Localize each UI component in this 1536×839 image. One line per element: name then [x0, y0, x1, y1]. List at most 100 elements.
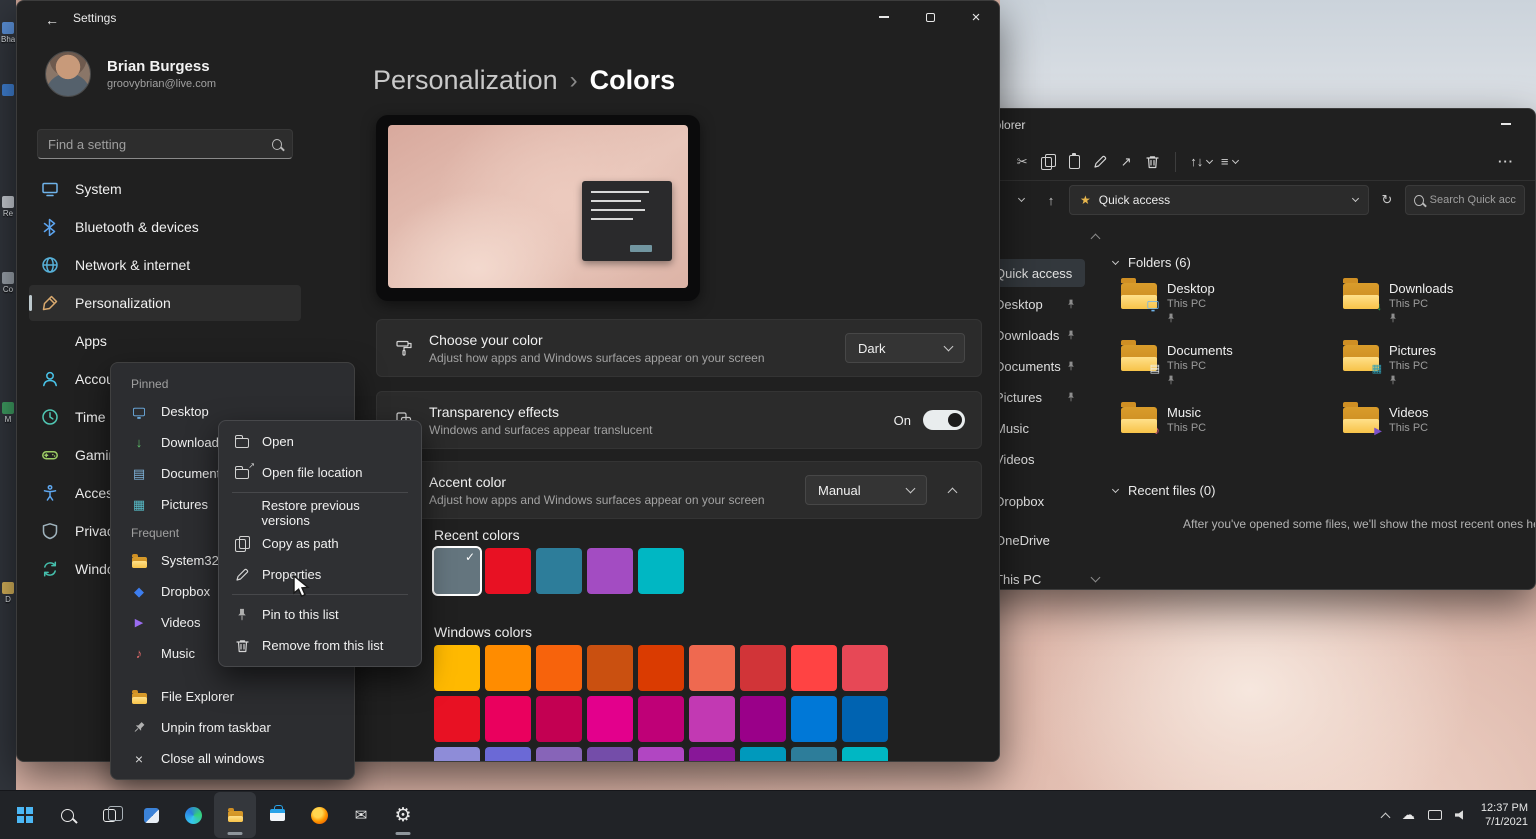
- color-swatch[interactable]: [740, 747, 786, 762]
- delete-button[interactable]: [1139, 155, 1165, 169]
- color-swatch[interactable]: [791, 645, 837, 691]
- desktop-icon[interactable]: Re: [1, 196, 15, 218]
- context-item-open-file-location[interactable]: ↗Open file location: [224, 457, 416, 488]
- recent-files-section-header[interactable]: Recent files (0): [1113, 483, 1215, 498]
- color-swatch[interactable]: [485, 548, 531, 594]
- display-tray-icon[interactable]: [1428, 810, 1442, 820]
- color-swatch[interactable]: [740, 696, 786, 742]
- sidebar-item-personalization[interactable]: Personalization: [29, 285, 301, 321]
- color-swatch[interactable]: [791, 747, 837, 762]
- accent-mode-dropdown[interactable]: Manual: [805, 475, 927, 505]
- scrollbar[interactable]: [1091, 231, 1101, 581]
- sidebar-item-network[interactable]: Network & internet: [29, 247, 301, 283]
- folder-tile-desktop[interactable]: DesktopThis PC: [1121, 277, 1343, 339]
- context-item-copy-as-path[interactable]: Copy as path: [224, 528, 416, 559]
- paste-button[interactable]: [1061, 155, 1087, 169]
- color-swatch-selected[interactable]: ✓: [434, 548, 480, 594]
- search-input[interactable]: [1430, 194, 1516, 206]
- color-swatch[interactable]: [638, 548, 684, 594]
- search-button[interactable]: [46, 792, 88, 838]
- desktop-icon[interactable]: Bha: [1, 22, 15, 44]
- color-swatch[interactable]: [842, 747, 888, 762]
- taskbar-settings[interactable]: ⚙: [382, 792, 424, 838]
- jumplist-item-unpin[interactable]: Unpin from taskbar: [117, 712, 348, 743]
- color-swatch[interactable]: [638, 645, 684, 691]
- color-swatch[interactable]: [434, 747, 480, 762]
- color-swatch[interactable]: [536, 696, 582, 742]
- maximize-button[interactable]: [907, 1, 953, 33]
- jumplist-item-file-explorer[interactable]: File Explorer: [117, 681, 348, 712]
- back-button[interactable]: ←: [39, 9, 65, 31]
- color-swatch[interactable]: [587, 548, 633, 594]
- context-item-properties[interactable]: Properties: [224, 559, 416, 590]
- desktop-icon[interactable]: Co: [1, 272, 15, 294]
- color-swatch[interactable]: [536, 747, 582, 762]
- refresh-button[interactable]: ↻: [1375, 192, 1399, 208]
- minimize-button[interactable]: [1491, 109, 1521, 139]
- taskbar-clock[interactable]: 12:37 PM 7/1/2021: [1481, 801, 1528, 830]
- taskbar-mail[interactable]: ✉: [340, 792, 382, 838]
- explorer-search[interactable]: [1405, 185, 1525, 215]
- address-bar[interactable]: ★ Quick access: [1069, 185, 1369, 215]
- desktop-icon[interactable]: M: [1, 402, 15, 424]
- rename-button[interactable]: [1087, 155, 1113, 169]
- taskbar-file-explorer[interactable]: [214, 792, 256, 838]
- color-swatch[interactable]: [587, 645, 633, 691]
- color-mode-dropdown[interactable]: Dark: [845, 333, 965, 363]
- close-button[interactable]: ×: [953, 1, 999, 33]
- onedrive-cloud-icon[interactable]: ☁: [1402, 807, 1415, 823]
- color-swatch[interactable]: [485, 696, 531, 742]
- scroll-up-icon[interactable]: [1091, 234, 1101, 244]
- taskbar-edge[interactable]: [172, 792, 214, 838]
- taskbar-firefox[interactable]: [298, 792, 340, 838]
- folder-tile-documents[interactable]: ▤ DocumentsThis PC: [1121, 339, 1343, 401]
- color-swatch[interactable]: [791, 696, 837, 742]
- color-swatch[interactable]: [434, 696, 480, 742]
- taskbar-store[interactable]: [256, 792, 298, 838]
- color-swatch[interactable]: [842, 696, 888, 742]
- context-item-pin-to-list[interactable]: Pin to this list: [224, 599, 416, 630]
- color-swatch[interactable]: [842, 645, 888, 691]
- share-button[interactable]: ↗: [1113, 154, 1139, 170]
- breadcrumb-parent[interactable]: Personalization: [373, 65, 558, 96]
- user-profile[interactable]: Brian Burgess groovybrian@live.com: [45, 51, 216, 97]
- sidebar-item-apps[interactable]: Apps: [29, 323, 301, 359]
- color-swatch[interactable]: [638, 747, 684, 762]
- color-swatch[interactable]: [536, 645, 582, 691]
- view-button[interactable]: ≡: [1216, 154, 1242, 169]
- color-swatch[interactable]: [689, 696, 735, 742]
- folder-tile-pictures[interactable]: ▦ PicturesThis PC: [1343, 339, 1536, 401]
- folder-tile-music[interactable]: ♪ MusicThis PC: [1121, 401, 1343, 463]
- cut-button[interactable]: ✂: [1009, 154, 1035, 170]
- volume-icon[interactable]: [1455, 810, 1468, 821]
- jumplist-item-close-all[interactable]: ×Close all windows: [117, 743, 348, 774]
- context-item-remove-from-list[interactable]: Remove from this list: [224, 630, 416, 661]
- collapse-section-button[interactable]: [939, 485, 965, 496]
- minimize-button[interactable]: [861, 1, 907, 33]
- recent-locations-button[interactable]: [1009, 199, 1033, 201]
- color-swatch[interactable]: [536, 548, 582, 594]
- hidden-icons-button[interactable]: [1380, 812, 1390, 822]
- see-more-button[interactable]: ···: [1493, 154, 1519, 169]
- sidebar-item-system[interactable]: System: [29, 171, 301, 207]
- desktop-icon[interactable]: D: [1, 582, 15, 604]
- color-swatch[interactable]: [587, 747, 633, 762]
- context-item-restore-previous-versions[interactable]: Restore previous versions: [224, 497, 416, 528]
- chevron-down-icon[interactable]: [1352, 195, 1359, 202]
- color-swatch[interactable]: [485, 747, 531, 762]
- start-button[interactable]: [4, 792, 46, 838]
- up-button[interactable]: ↑: [1039, 193, 1063, 208]
- context-item-open[interactable]: Open: [224, 426, 416, 457]
- accent-color-row[interactable]: Accent color Adjust how apps and Windows…: [376, 461, 982, 519]
- color-swatch[interactable]: [638, 696, 684, 742]
- color-swatch[interactable]: [485, 645, 531, 691]
- sort-button[interactable]: ↑↓: [1186, 154, 1216, 169]
- search-input[interactable]: [48, 137, 264, 152]
- color-swatch[interactable]: [740, 645, 786, 691]
- transparency-toggle[interactable]: [923, 410, 965, 430]
- desktop-icon[interactable]: [1, 84, 15, 97]
- color-swatch[interactable]: [587, 696, 633, 742]
- folder-tile-videos[interactable]: ▶ VideosThis PC: [1343, 401, 1536, 463]
- folder-tile-downloads[interactable]: ↓ DownloadsThis PC: [1343, 277, 1536, 339]
- color-swatch[interactable]: [689, 747, 735, 762]
